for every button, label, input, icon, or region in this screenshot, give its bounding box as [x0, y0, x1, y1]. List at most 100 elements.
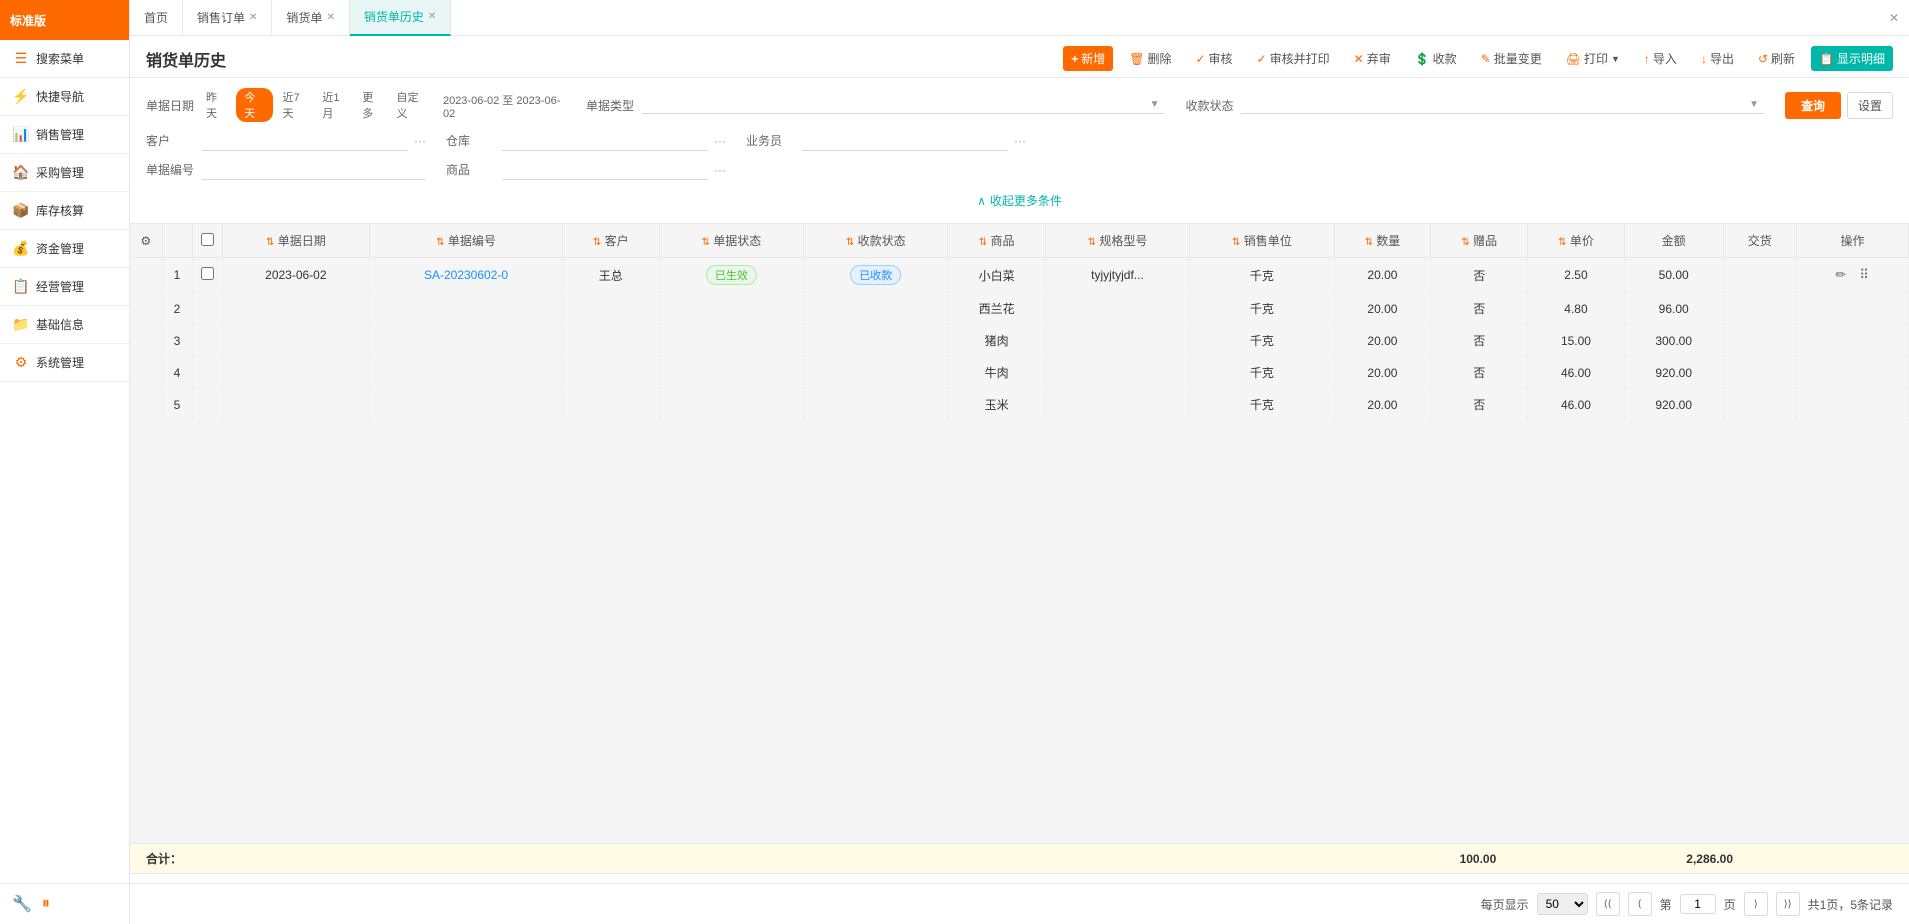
settings-icon[interactable]: 🔧 — [12, 894, 32, 914]
sidebar-item-label: 系统管理 — [36, 354, 84, 371]
tab-home[interactable]: 首页 — [130, 0, 183, 36]
row-more-btn[interactable]: ⠿ — [1854, 265, 1874, 285]
staff-input[interactable] — [802, 130, 1008, 151]
add-button[interactable]: + 新增 — [1063, 46, 1113, 71]
batch-change-button[interactable]: ✎ 批量变更 — [1473, 46, 1550, 71]
date-shortcut-more[interactable]: 更多 — [358, 88, 386, 122]
row-action-cell — [1796, 389, 1908, 421]
tab-close-all-btn[interactable]: ✕ — [1879, 0, 1909, 36]
doc-no-input[interactable] — [202, 159, 426, 180]
print-button[interactable]: 🖨 打印 ▼ — [1558, 46, 1628, 71]
next-page-btn[interactable]: ⟩ — [1744, 892, 1768, 916]
sidebar-item-basic-info[interactable]: 📁 基础信息 — [0, 306, 129, 344]
goods-dots[interactable]: ··· — [714, 163, 726, 177]
discard-button[interactable]: ✕ 弃审 — [1346, 46, 1399, 71]
row-doc-no[interactable]: SA-20230602-0 — [370, 258, 563, 293]
date-shortcut-7days[interactable]: 近7天 — [279, 88, 313, 122]
collect-status-badge: 已收款 — [850, 265, 901, 285]
warehouse-input[interactable] — [502, 130, 708, 151]
doc-no-link[interactable]: SA-20230602-0 — [424, 268, 508, 282]
scrollbar-area[interactable] — [130, 873, 1909, 883]
row-checkbox-cell[interactable] — [192, 293, 222, 325]
tab-sales-order-close[interactable]: ✕ — [249, 12, 257, 23]
collapse-button[interactable]: ∧ 收起更多条件 — [146, 188, 1893, 213]
col-collect-status[interactable]: ⇅ 收款状态 — [804, 224, 948, 258]
sidebar-item-system-mgmt[interactable]: ⚙ 系统管理 — [0, 344, 129, 382]
customer-input[interactable] — [202, 130, 408, 151]
audit-print-button[interactable]: ✓ 审核并打印 — [1249, 46, 1338, 71]
import-icon: ↑ — [1644, 52, 1650, 66]
sidebar-item-sales-mgmt[interactable]: 📊 销售管理 — [0, 116, 129, 154]
row-checkbox-cell[interactable] — [192, 325, 222, 357]
col-sales-unit[interactable]: ⇅ 销售单位 — [1190, 224, 1334, 258]
date-shortcut-1month[interactable]: 近1月 — [318, 88, 352, 122]
prev-page-btn[interactable]: ⟨ — [1628, 892, 1652, 916]
row-amount: 920.00 — [1624, 357, 1723, 389]
delete-button[interactable]: 🗑 删除 — [1121, 46, 1179, 71]
row-transaction — [1723, 293, 1796, 325]
col-quantity[interactable]: ⇅ 数量 — [1334, 224, 1431, 258]
goods-input[interactable] — [502, 159, 708, 180]
row-doc-status — [659, 389, 803, 421]
col-spec-type[interactable]: ⇅ 规格型号 — [1045, 224, 1189, 258]
tab-sales-order[interactable]: 销售订单 ✕ — [183, 0, 272, 36]
audit-button[interactable]: ✓ 审核 — [1187, 46, 1240, 71]
export-button[interactable]: ↓ 导出 — [1693, 46, 1742, 71]
col-unit-price[interactable]: ⇅ 单价 — [1528, 224, 1625, 258]
refresh-button[interactable]: ↺ 刷新 — [1750, 46, 1803, 71]
show-detail-button[interactable]: 📋 显示明细 — [1811, 46, 1893, 71]
sidebar-item-inventory-calc[interactable]: 📦 库存核算 — [0, 192, 129, 230]
sort-icon: ⇅ — [1558, 237, 1566, 248]
row-action-cell — [1796, 325, 1908, 357]
row-gear-cell — [130, 293, 162, 325]
per-page-select[interactable]: 50 100 200 — [1537, 893, 1588, 915]
row-checkbox-cell[interactable] — [192, 258, 222, 293]
sidebar-item-purchase-mgmt[interactable]: 🏠 采购管理 — [0, 154, 129, 192]
row-edit-btn[interactable]: ✏ — [1831, 265, 1851, 285]
tab-sales-goods-history[interactable]: 销货单历史 ✕ — [350, 0, 451, 36]
doc-type-select[interactable]: ▼ — [642, 96, 1165, 114]
table-row: 3猪肉千克20.00否15.00300.00 — [130, 325, 1909, 357]
doc-type-dropdown-icon: ▼ — [1150, 99, 1160, 110]
col-goods[interactable]: ⇅ 商品 — [948, 224, 1045, 258]
col-doc-no[interactable]: ⇅ 单据编号 — [370, 224, 563, 258]
query-button[interactable]: 查询 — [1785, 92, 1841, 119]
tab-sales-goods-history-close[interactable]: ✕ — [428, 11, 436, 22]
sidebar-item-search-menu[interactable]: ☰ 搜索菜单 — [0, 40, 129, 78]
customer-dots[interactable]: ··· — [414, 134, 426, 148]
tab-sales-goods[interactable]: 销货单 ✕ — [272, 0, 349, 36]
row-checkbox[interactable] — [201, 267, 214, 280]
row-goods: 猪肉 — [948, 325, 1045, 357]
col-doc-status[interactable]: ⇅ 单据状态 — [659, 224, 803, 258]
gear-icon: ⚙ — [140, 234, 151, 248]
sort-icon: ⇅ — [436, 237, 444, 248]
page-input[interactable] — [1680, 894, 1716, 914]
row-collect-status: 已收款 — [804, 258, 948, 293]
date-shortcut-yesterday[interactable]: 昨天 — [202, 88, 230, 122]
collect-button[interactable]: 💲 收款 — [1407, 46, 1465, 71]
date-shortcuts: 昨天 今天 近7天 近1月 更多 自定义 — [202, 88, 431, 122]
warehouse-dots[interactable]: ··· — [714, 134, 726, 148]
row-customer — [562, 325, 659, 357]
date-shortcut-today[interactable]: 今天 — [236, 88, 272, 122]
last-page-btn[interactable]: ⟩⟩ — [1776, 892, 1800, 916]
col-customer[interactable]: ⇅ 客户 — [562, 224, 659, 258]
sidebar-item-ops-mgmt[interactable]: 📋 经营管理 — [0, 268, 129, 306]
settings-button[interactable]: 设置 — [1847, 92, 1893, 119]
col-doc-date[interactable]: ⇅ 单据日期 — [222, 224, 370, 258]
import-button[interactable]: ↑ 导入 — [1636, 46, 1685, 71]
sidebar-item-quick-nav[interactable]: ⚡ 快捷导航 — [0, 78, 129, 116]
collect-status-select[interactable]: ▼ — [1241, 96, 1764, 114]
staff-dots[interactable]: ··· — [1014, 134, 1026, 148]
col-gear[interactable]: ⚙ — [130, 224, 162, 258]
tab-sales-goods-close[interactable]: ✕ — [326, 12, 334, 23]
first-page-btn[interactable]: ⟨⟨ — [1596, 892, 1620, 916]
row-checkbox-cell[interactable] — [192, 357, 222, 389]
sidebar-item-label: 经营管理 — [36, 278, 84, 295]
select-all-checkbox[interactable] — [201, 233, 214, 246]
sidebar-item-funds-mgmt[interactable]: 💰 资金管理 — [0, 230, 129, 268]
row-checkbox-cell[interactable] — [192, 389, 222, 421]
date-shortcut-custom[interactable]: 自定义 — [393, 88, 431, 122]
col-gift[interactable]: ⇅ 赠品 — [1431, 224, 1528, 258]
pause-icon[interactable]: ⏸ — [42, 895, 50, 913]
